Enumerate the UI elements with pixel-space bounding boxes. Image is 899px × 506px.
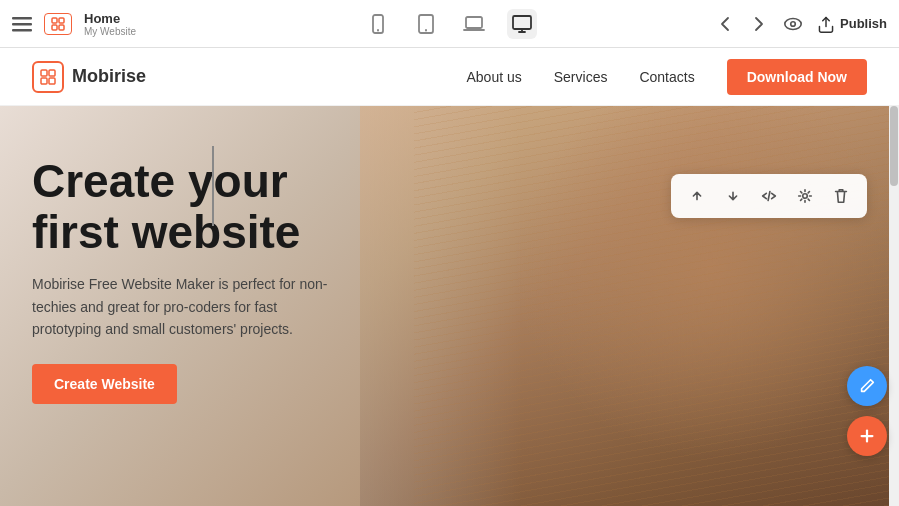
- create-website-button[interactable]: Create Website: [32, 364, 177, 404]
- svg-rect-11: [466, 17, 482, 28]
- scrollbar[interactable]: [889, 106, 899, 506]
- hero-description: Mobirise Free Website Maker is perfect f…: [32, 273, 332, 340]
- edit-button[interactable]: [847, 366, 887, 406]
- tablet-device-button[interactable]: [411, 9, 441, 39]
- download-now-button[interactable]: Download Now: [727, 59, 867, 95]
- mobile-device-button[interactable]: [363, 9, 393, 39]
- svg-point-13: [785, 18, 801, 29]
- svg-rect-19: [49, 78, 55, 84]
- hero-image: [360, 106, 899, 506]
- hero-divider: [212, 146, 214, 226]
- tab-subtitle: My Website: [84, 26, 136, 37]
- nav-about-button[interactable]: About us: [466, 69, 521, 85]
- scrollbar-thumb[interactable]: [890, 106, 898, 186]
- svg-rect-0: [12, 17, 32, 20]
- hero-section: Create your first website Mobirise Free …: [0, 106, 899, 506]
- hero-title-line2: first website: [32, 206, 300, 258]
- device-icons: [363, 9, 537, 39]
- tab-info: Home My Website: [84, 11, 136, 37]
- site-logo: Mobirise: [32, 61, 146, 93]
- nav-contacts-button[interactable]: Contacts: [639, 69, 694, 85]
- svg-rect-2: [12, 29, 32, 32]
- svg-rect-16: [41, 70, 47, 76]
- settings-button[interactable]: [789, 180, 821, 212]
- nav-services-button[interactable]: Services: [554, 69, 608, 85]
- site-logo-text: Mobirise: [72, 66, 146, 87]
- site-nav: Mobirise About us Services Contacts Down…: [0, 48, 899, 106]
- top-toolbar: Home My Website: [0, 0, 899, 48]
- svg-rect-1: [12, 23, 32, 26]
- site-nav-links: About us Services Contacts Download Now: [466, 59, 867, 95]
- svg-point-20: [803, 194, 808, 199]
- top-bar-left: Home My Website: [12, 11, 172, 37]
- svg-rect-4: [59, 18, 64, 23]
- publish-label: Publish: [840, 16, 887, 31]
- back-button[interactable]: [715, 14, 735, 34]
- move-up-button[interactable]: [681, 180, 713, 212]
- svg-rect-12: [513, 16, 531, 29]
- top-bar-right: Publish: [715, 14, 887, 34]
- publish-button[interactable]: Publish: [817, 15, 887, 33]
- floating-toolbar: [671, 174, 867, 218]
- move-down-button[interactable]: [717, 180, 749, 212]
- svg-rect-18: [41, 78, 47, 84]
- svg-rect-17: [49, 70, 55, 76]
- add-section-button[interactable]: [847, 416, 887, 456]
- tab-title: Home: [84, 11, 136, 26]
- svg-rect-6: [59, 25, 64, 30]
- hero-title-line1: Create your: [32, 155, 288, 207]
- desktop-device-button[interactable]: [507, 9, 537, 39]
- svg-rect-5: [52, 25, 57, 30]
- svg-point-14: [791, 21, 796, 26]
- laptop-device-button[interactable]: [459, 9, 489, 39]
- code-button[interactable]: [753, 180, 785, 212]
- forward-button[interactable]: [749, 14, 769, 34]
- preview-area: Mobirise About us Services Contacts Down…: [0, 48, 899, 506]
- hamburger-button[interactable]: [12, 14, 32, 34]
- tab-icon: [44, 13, 72, 35]
- hero-content: Create your first website Mobirise Free …: [32, 156, 332, 404]
- svg-rect-3: [52, 18, 57, 23]
- preview-button[interactable]: [783, 14, 803, 34]
- hero-title: Create your first website: [32, 156, 332, 257]
- delete-button[interactable]: [825, 180, 857, 212]
- side-actions: [847, 366, 887, 456]
- logo-icon: [32, 61, 64, 93]
